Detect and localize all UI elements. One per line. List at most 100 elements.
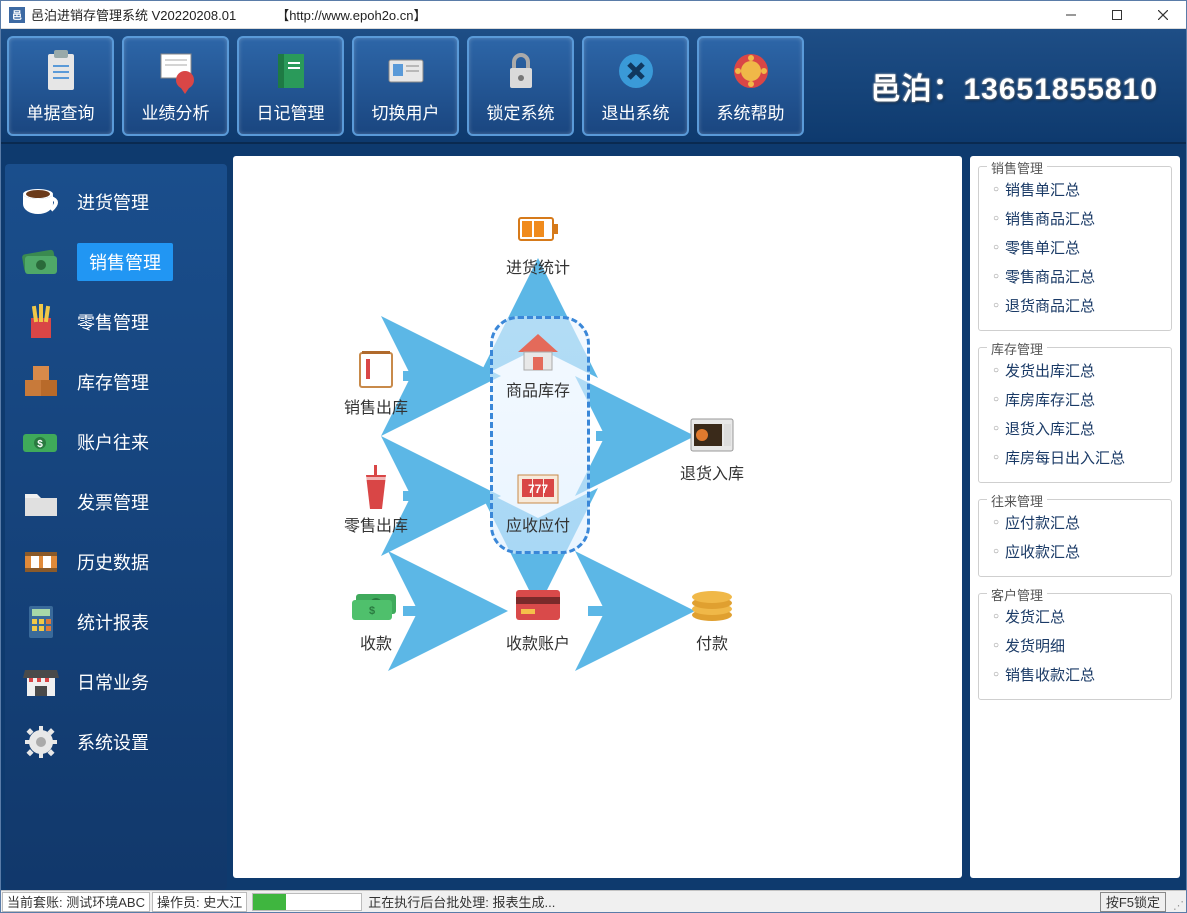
window-url: 【http://www.epoh2o.cn】: [276, 5, 426, 24]
toolbar-button-label: 锁定系统: [487, 99, 555, 124]
sidebar-item-2[interactable]: 零售管理: [5, 292, 227, 352]
right-link-0-2[interactable]: 零售单汇总: [987, 233, 1163, 262]
toolbar-button-label: 日记管理: [257, 99, 325, 124]
slot-icon: 777: [513, 466, 563, 508]
toolbar-button-3[interactable]: 切换用户: [352, 36, 459, 136]
sidebar-item-5[interactable]: 发票管理: [5, 472, 227, 532]
id-card-icon: [379, 47, 433, 95]
sidebar-item-3[interactable]: 库存管理: [5, 352, 227, 412]
right-link-0-3[interactable]: 零售商品汇总: [987, 262, 1163, 291]
toolbar-button-1[interactable]: 业绩分析: [122, 36, 229, 136]
house-icon: [513, 331, 563, 373]
app-icon: 邑: [9, 7, 25, 23]
sidebar-item-label: 系统设置: [77, 729, 149, 755]
sidebar-item-label: 零售管理: [77, 309, 149, 335]
close-circle-icon: [609, 47, 663, 95]
sidebar-item-0[interactable]: 进货管理: [5, 172, 227, 232]
node-label: 退货入库: [680, 460, 744, 484]
right-link-3-1[interactable]: 发货明细: [987, 631, 1163, 660]
node-label: 进货统计: [506, 254, 570, 278]
right-group-title: 客户管理: [987, 585, 1047, 604]
minimize-button[interactable]: [1048, 1, 1094, 29]
toolbar-button-0[interactable]: 单据查询: [7, 36, 114, 136]
cup-icon: [351, 466, 401, 508]
toolbar: 单据查询 业绩分析日记管理 切换用户 锁定系统 退出系统 系统帮助 邑泊：13651855…: [1, 29, 1186, 144]
node-purchase-stats[interactable]: 进货统计: [483, 208, 593, 278]
window: 邑 邑泊进销存管理系统 V20220208.01 【http://www.epo…: [0, 0, 1187, 913]
sidebar-item-6[interactable]: 历史数据: [5, 532, 227, 592]
node-return-in[interactable]: 退货入库: [657, 414, 767, 484]
right-link-0-0[interactable]: 销售单汇总: [987, 175, 1163, 204]
sidebar-item-label: 进货管理: [77, 189, 149, 215]
book-icon: [264, 47, 318, 95]
toolbar-button-label: 单据查询: [27, 99, 95, 124]
sidebar-item-label: 库存管理: [77, 369, 149, 395]
film-icon: [19, 542, 63, 582]
toolbar-button-2[interactable]: 日记管理: [237, 36, 344, 136]
right-group-title: 库存管理: [987, 339, 1047, 358]
cash-stack-icon: [19, 242, 63, 282]
node-label: 应收应付: [506, 512, 570, 536]
resize-grip[interactable]: ⋰: [1168, 892, 1186, 912]
close-button[interactable]: [1140, 1, 1186, 29]
sidebar-item-1[interactable]: 销售管理: [5, 232, 227, 292]
titlebar: 邑 邑泊进销存管理系统 V20220208.01 【http://www.epo…: [1, 1, 1186, 29]
sidebar-item-4[interactable]: $账户往来: [5, 412, 227, 472]
center-wrap: 进货统计 销售出库 商品库存 零售出库 777 应收应付: [231, 144, 1186, 890]
progress-bar: [252, 893, 362, 911]
maximize-button[interactable]: [1094, 1, 1140, 29]
folder-icon: [19, 482, 63, 522]
node-label: 销售出库: [344, 394, 408, 418]
node-ar-ap[interactable]: 777 应收应付: [483, 466, 593, 536]
sidebar-item-9[interactable]: 系统设置: [5, 712, 227, 772]
node-label: 零售出库: [344, 512, 408, 536]
status-operator: 操作员: 史大江: [152, 892, 247, 912]
sidebar-item-label: 日常业务: [77, 669, 149, 695]
body: 进货管理销售管理零售管理库存管理 $账户往来发票管理历史数据统计报表日常业务系统设…: [1, 144, 1186, 890]
right-link-1-0[interactable]: 发货出库汇总: [987, 356, 1163, 385]
right-group-title: 往来管理: [987, 491, 1047, 510]
right-link-0-1[interactable]: 销售商品汇总: [987, 204, 1163, 233]
node-sales-out[interactable]: 销售出库: [321, 348, 431, 418]
fries-icon: [19, 302, 63, 342]
gear-icon: [19, 722, 63, 762]
sidebar-item-7[interactable]: 统计报表: [5, 592, 227, 652]
right-link-1-2[interactable]: 退货入库汇总: [987, 414, 1163, 443]
sidebar-item-label: 销售管理: [77, 243, 173, 281]
lock-f5-button[interactable]: 按F5锁定: [1100, 892, 1166, 912]
node-receipt-account[interactable]: 收款账户: [483, 584, 593, 654]
toolbar-button-label: 退出系统: [602, 99, 670, 124]
right-link-2-1[interactable]: 应收款汇总: [987, 537, 1163, 566]
right-link-1-1[interactable]: 库房库存汇总: [987, 385, 1163, 414]
right-link-1-3[interactable]: 库房每日出入汇总: [987, 443, 1163, 472]
right-link-2-0[interactable]: 应付款汇总: [987, 508, 1163, 537]
toolbar-button-6[interactable]: 系统帮助: [697, 36, 804, 136]
right-link-3-2[interactable]: 销售收款汇总: [987, 660, 1163, 689]
sidebar: 进货管理销售管理零售管理库存管理 $账户往来发票管理历史数据统计报表日常业务系统设…: [1, 144, 231, 890]
node-receipt[interactable]: $ 收款: [321, 584, 431, 654]
diagram-canvas: 进货统计 销售出库 商品库存 零售出库 777 应收应付: [233, 156, 962, 878]
node-payment[interactable]: 付款: [657, 584, 767, 654]
sidebar-item-label: 历史数据: [77, 549, 149, 575]
toolbar-button-5[interactable]: 退出系统: [582, 36, 689, 136]
node-label: 收款: [360, 630, 392, 654]
sidebar-item-8[interactable]: 日常业务: [5, 652, 227, 712]
calculator-icon: [19, 602, 63, 642]
right-link-0-4[interactable]: 退货商品汇总: [987, 291, 1163, 320]
brand-text: 邑泊：13651855810: [812, 64, 1180, 108]
shop-icon: [19, 662, 63, 702]
right-panel: 销售管理销售单汇总销售商品汇总零售单汇总零售商品汇总退货商品汇总库存管理发货出库…: [970, 156, 1180, 878]
right-link-3-0[interactable]: 发货汇总: [987, 602, 1163, 631]
right-group-1: 库存管理发货出库汇总库房库存汇总退货入库汇总库房每日出入汇总: [978, 347, 1172, 483]
sidebar-item-label: 统计报表: [77, 609, 149, 635]
toolbar-button-label: 切换用户: [372, 99, 440, 124]
status-account: 当前套账: 测试环境ABC: [2, 892, 150, 912]
node-retail-out[interactable]: 零售出库: [321, 466, 431, 536]
right-group-2: 往来管理应付款汇总应收款汇总: [978, 499, 1172, 577]
node-goods-stock[interactable]: 商品库存: [483, 331, 593, 401]
toolbar-button-4[interactable]: 锁定系统: [467, 36, 574, 136]
money-icon: $: [19, 422, 63, 462]
node-label: 收款账户: [506, 630, 570, 654]
cash-icon: $: [351, 584, 401, 626]
node-label: 商品库存: [506, 377, 570, 401]
